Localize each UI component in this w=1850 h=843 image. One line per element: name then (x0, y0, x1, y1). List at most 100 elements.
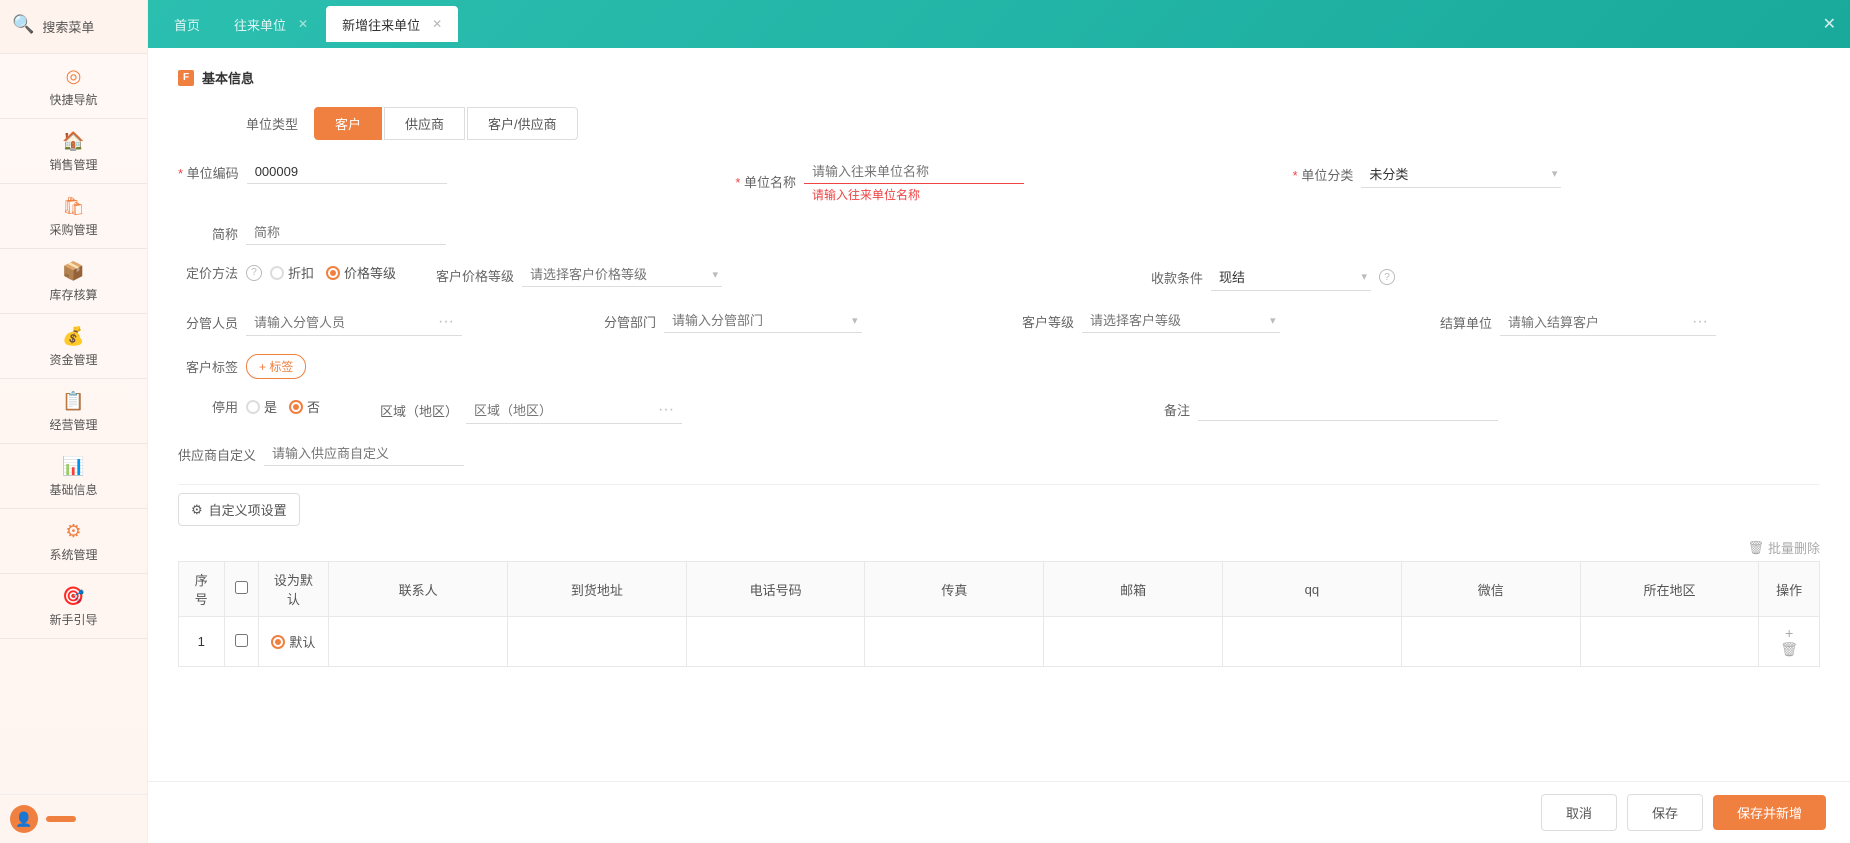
customer-level-input[interactable] (1090, 313, 1266, 328)
unit-category-dropdown-icon[interactable]: ▾ (1552, 167, 1558, 180)
field-unit-code: 单位编码 (178, 160, 705, 184)
add-tag-button[interactable]: + 标签 (246, 354, 306, 379)
add-row-icon[interactable]: + (1782, 625, 1796, 641)
disabled-label: 停用 (178, 397, 238, 416)
department-input[interactable] (672, 313, 848, 328)
batch-delete-label[interactable]: 批量删除 (1768, 538, 1820, 557)
cell-wechat[interactable] (1401, 617, 1580, 667)
customer-level-label: 客户等级 (1014, 312, 1074, 331)
settlement-unit-input[interactable] (1508, 315, 1684, 330)
supervisor-input[interactable] (254, 315, 430, 330)
region-more-icon[interactable]: ··· (654, 401, 678, 419)
btn-type-both[interactable]: 客户/供应商 (467, 107, 578, 140)
col-index: 序号 (179, 562, 225, 617)
default-radio[interactable]: 默认 (269, 632, 319, 651)
radio-discount-label: 折扣 (288, 263, 314, 282)
cell-contact[interactable] (329, 617, 508, 667)
sidebar-item-system[interactable]: ⚙ 系统管理 (0, 509, 147, 574)
field-unit-category: 单位分类 未分类 ▾ (1293, 160, 1820, 188)
region-input[interactable] (474, 403, 650, 418)
department-select[interactable]: ▾ (664, 309, 862, 333)
sidebar-item-inventory[interactable]: 📦 库存核算 (0, 249, 147, 314)
col-wechat: 微信 (1401, 562, 1580, 617)
contact-input[interactable] (339, 634, 497, 649)
field-region: 区域（地区） ··· (380, 397, 1070, 424)
customer-price-level-dropdown-icon[interactable]: ▾ (713, 268, 719, 281)
wechat-input[interactable] (1412, 634, 1570, 649)
sidebar-item-finance[interactable]: 💰 资金管理 (0, 314, 147, 379)
cell-qq[interactable] (1222, 617, 1401, 667)
default-radio-circle (271, 635, 285, 649)
save-button[interactable]: 保存 (1627, 794, 1703, 831)
fax-input[interactable] (875, 634, 1033, 649)
col-email: 邮箱 (1044, 562, 1223, 617)
customer-level-select[interactable]: ▾ (1082, 309, 1280, 333)
payment-terms-select[interactable]: 现结 ▾ (1211, 263, 1371, 291)
tab-new-partner[interactable]: 新增往来单位 ✕ (326, 6, 458, 42)
payment-terms-help-icon[interactable]: ? (1379, 269, 1395, 285)
sidebar-item-quick-nav-label: 快捷导航 (49, 91, 97, 108)
radio-level-dot (330, 270, 336, 276)
custom-settings-button[interactable]: ⚙ 自定义项设置 (178, 493, 300, 526)
cell-fax[interactable] (865, 617, 1044, 667)
short-name-input[interactable] (246, 221, 446, 245)
sidebar-item-quick-nav[interactable]: ◎ 快捷导航 (0, 54, 147, 119)
finance-icon: 💰 (62, 326, 84, 347)
unit-name-input[interactable] (804, 160, 1024, 184)
department-dropdown-icon[interactable]: ▾ (852, 314, 858, 327)
sidebar-expand[interactable] (46, 816, 76, 822)
sidebar-item-sales[interactable]: 🏠 销售管理 (0, 119, 147, 184)
location-input[interactable] (1591, 634, 1749, 649)
address-input[interactable] (518, 634, 676, 649)
col-address: 到货地址 (507, 562, 686, 617)
tab-partners-close[interactable]: ✕ (298, 17, 308, 31)
email-input[interactable] (1054, 634, 1212, 649)
row-checkbox[interactable] (235, 634, 248, 647)
contacts-table: 序号 设为默认 联系人 到货地址 电话号码 传真 邮箱 qq 微信 所在地区 操… (178, 561, 1820, 667)
unit-code-input[interactable] (247, 160, 447, 184)
window-close-icon[interactable]: ✕ (1819, 10, 1840, 38)
radio-yes[interactable]: 是 (246, 397, 277, 416)
sidebar-item-operations[interactable]: 📋 经营管理 (0, 379, 147, 444)
sidebar-item-sales-label: 销售管理 (49, 156, 97, 173)
cell-address[interactable] (507, 617, 686, 667)
select-all-checkbox[interactable] (235, 581, 248, 594)
supervisor-more-icon[interactable]: ··· (434, 313, 458, 331)
radio-level[interactable]: 价格等级 (326, 263, 396, 282)
cancel-button[interactable]: 取消 (1541, 794, 1617, 831)
settlement-unit-more-icon[interactable]: ··· (1688, 313, 1712, 331)
sidebar-item-search[interactable]: 🔍 搜索菜单 (0, 0, 147, 54)
sidebar-item-system-label: 系统管理 (49, 546, 97, 563)
field-customer-level: 客户等级 ▾ (1014, 309, 1402, 333)
qq-input[interactable] (1233, 634, 1391, 649)
tab-new-partner-close[interactable]: ✕ (432, 17, 442, 31)
tab-home[interactable]: 首页 (158, 6, 216, 42)
sidebar-item-newbie[interactable]: 🎯 新手引导 (0, 574, 147, 639)
btn-type-supplier[interactable]: 供应商 (384, 107, 465, 140)
delete-row-icon[interactable]: 🗑 (1777, 641, 1801, 657)
user-avatar[interactable]: 👤 (10, 805, 38, 833)
phone-input[interactable] (697, 634, 855, 649)
field-supplier-custom: 供应商自定义 (178, 442, 1820, 466)
tab-partners[interactable]: 往来单位 ✕ (218, 6, 324, 42)
cell-location[interactable] (1580, 617, 1759, 667)
payment-terms-dropdown-icon[interactable]: ▾ (1361, 270, 1367, 283)
supervisor-label: 分管人员 (178, 313, 238, 332)
supplier-custom-input[interactable] (264, 442, 464, 466)
field-pricing-method: 定价方法 ? 折扣 价格等级 (178, 263, 396, 282)
unit-type-label: 单位类型 (238, 114, 298, 133)
pricing-help-icon[interactable]: ? (246, 265, 262, 281)
cell-phone[interactable] (686, 617, 865, 667)
customer-price-level-input[interactable] (530, 267, 708, 282)
remarks-input[interactable] (1198, 397, 1498, 421)
customer-price-level-select[interactable]: ▾ (522, 263, 722, 287)
btn-type-customer[interactable]: 客户 (314, 107, 382, 140)
sidebar-item-purchase[interactable]: 🛍 采购管理 (0, 184, 147, 249)
radio-no[interactable]: 否 (289, 397, 320, 416)
customer-level-dropdown-icon[interactable]: ▾ (1270, 314, 1276, 327)
save-and-new-button[interactable]: 保存并新增 (1713, 795, 1826, 830)
radio-discount[interactable]: 折扣 (270, 263, 314, 282)
cell-email[interactable] (1044, 617, 1223, 667)
unit-category-select[interactable]: 未分类 ▾ (1361, 160, 1561, 188)
sidebar-item-basic-info[interactable]: 📊 基础信息 (0, 444, 147, 509)
